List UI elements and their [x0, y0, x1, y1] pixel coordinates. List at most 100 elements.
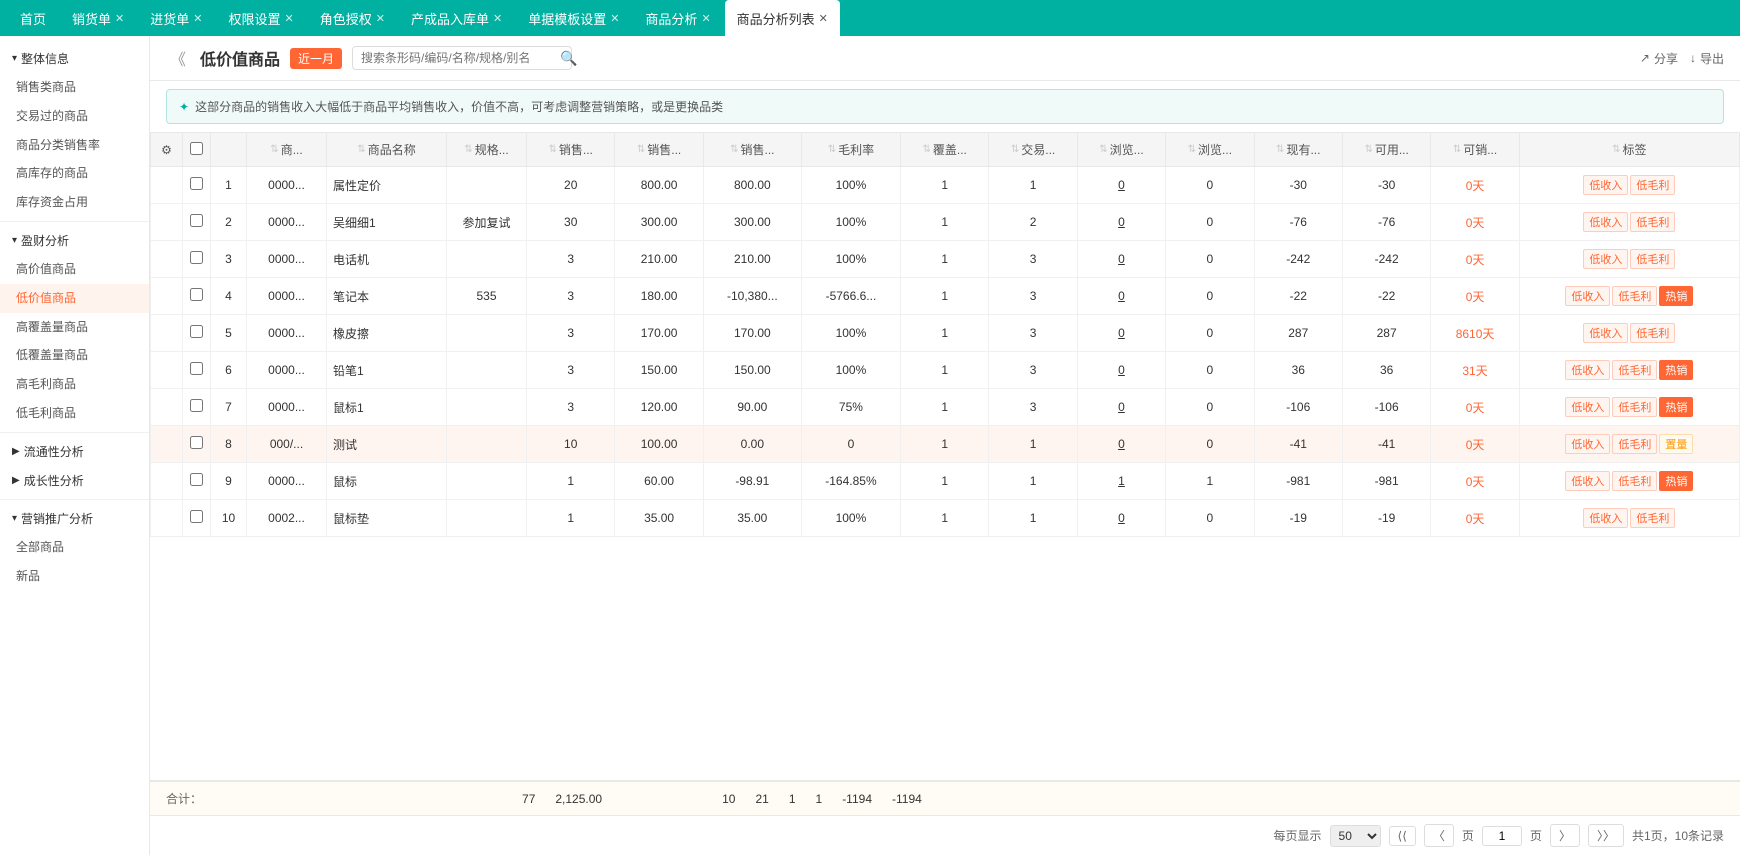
row-checkbox[interactable] — [190, 177, 203, 190]
nav-products[interactable]: 产成品入库单 ✕ — [399, 0, 514, 36]
sidebar-item-high-stock[interactable]: 高库存的商品 — [0, 159, 149, 188]
nav-sales[interactable]: 销货单 ✕ — [60, 0, 136, 36]
prev-page-btn[interactable]: 〈 — [1424, 824, 1454, 847]
checkbox-cell[interactable] — [183, 278, 211, 315]
browse1-link[interactable]: 0 — [1118, 326, 1125, 340]
sidebar-item-high-coverage[interactable]: 高覆盖量商品 — [0, 313, 149, 342]
date-filter-btn[interactable]: 近一月 — [290, 48, 342, 69]
select-all-checkbox[interactable] — [190, 142, 203, 155]
sidebar-item-stock-funds[interactable]: 库存资金占用 — [0, 188, 149, 217]
sort-saleamt-icon[interactable]: ⇅ — [730, 144, 738, 155]
table-container[interactable]: ⚙ ⇅商... ⇅商品名称 ⇅规格... ⇅销售... ⇅销售... ⇅销售..… — [150, 132, 1740, 780]
sort-tag-icon[interactable]: ⇅ — [1612, 144, 1620, 155]
sort-saleqty-icon[interactable]: ⇅ — [548, 144, 556, 155]
browse1-link[interactable]: 0 — [1118, 178, 1125, 192]
nav-anl-list-close[interactable]: ✕ — [819, 12, 828, 25]
browse1-link[interactable]: 1 — [1118, 474, 1125, 488]
sidebar-section-growth[interactable]: ▶成长性分析 — [0, 466, 149, 495]
checkbox-cell[interactable] — [183, 463, 211, 500]
browse1-cell[interactable]: 0 — [1077, 167, 1165, 204]
sidebar-section-overall[interactable]: ▾整体信息 — [0, 44, 149, 73]
browse1-link[interactable]: 0 — [1118, 511, 1125, 525]
nav-role-close[interactable]: ✕ — [376, 12, 385, 25]
nav-tpl-close[interactable]: ✕ — [610, 12, 619, 25]
row-checkbox[interactable] — [190, 436, 203, 449]
page-size-select[interactable]: 50 20 100 — [1330, 825, 1381, 847]
sidebar-item-new[interactable]: 新品 — [0, 562, 149, 591]
sort-gross-icon[interactable]: ⇅ — [828, 144, 836, 155]
sort-trade-icon[interactable]: ⇅ — [1011, 144, 1019, 155]
sidebar-section-finance[interactable]: ▾盈财分析 — [0, 226, 149, 255]
th-settings[interactable]: ⚙ — [151, 133, 183, 167]
page-input[interactable] — [1482, 826, 1522, 846]
row-checkbox[interactable] — [190, 251, 203, 264]
nav-anl-close[interactable]: ✕ — [701, 12, 710, 25]
sidebar-item-high-value[interactable]: 高价值商品 — [0, 255, 149, 284]
sort-code-icon[interactable]: ⇅ — [270, 144, 278, 155]
row-checkbox[interactable] — [190, 399, 203, 412]
checkbox-cell[interactable] — [183, 241, 211, 278]
sidebar-section-marketing[interactable]: ▾营销推广分析 — [0, 504, 149, 533]
checkbox-cell[interactable] — [183, 167, 211, 204]
browse1-link[interactable]: 0 — [1118, 437, 1125, 451]
browse1-link[interactable]: 0 — [1118, 215, 1125, 229]
sort-saleprice-icon[interactable]: ⇅ — [637, 144, 645, 155]
nav-sales-close[interactable]: ✕ — [115, 12, 124, 25]
row-checkbox[interactable] — [190, 473, 203, 486]
share-btn[interactable]: ↗ 分享 — [1640, 50, 1678, 67]
nav-purchase[interactable]: 进货单 ✕ — [138, 0, 214, 36]
sort-stock-icon[interactable]: ⇅ — [1276, 144, 1284, 155]
sort-saleable-icon[interactable]: ⇅ — [1453, 144, 1461, 155]
nav-template[interactable]: 单据模板设置 ✕ — [516, 0, 631, 36]
checkbox-cell[interactable] — [183, 500, 211, 537]
browse1-cell[interactable]: 1 — [1077, 463, 1165, 500]
export-btn[interactable]: ↓ 导出 — [1690, 50, 1724, 67]
row-checkbox[interactable] — [190, 362, 203, 375]
search-input[interactable] — [352, 46, 572, 70]
th-checkbox[interactable] — [183, 133, 211, 167]
sidebar-item-traded[interactable]: 交易过的商品 — [0, 102, 149, 131]
name-cell[interactable]: 测试 — [327, 426, 447, 463]
sort-spec-icon[interactable]: ⇅ — [464, 144, 472, 155]
name-cell[interactable]: 吴细细1 — [327, 204, 447, 241]
sidebar-item-all[interactable]: 全部商品 — [0, 533, 149, 562]
nav-purchase-close[interactable]: ✕ — [193, 12, 202, 25]
sort-browse1-icon[interactable]: ⇅ — [1099, 144, 1107, 155]
browse1-cell[interactable]: 0 — [1077, 426, 1165, 463]
nav-perm-close[interactable]: ✕ — [285, 12, 294, 25]
sort-cover-icon[interactable]: ⇅ — [922, 144, 930, 155]
browse1-cell[interactable]: 0 — [1077, 315, 1165, 352]
nav-prod-close[interactable]: ✕ — [493, 12, 502, 25]
browse1-link[interactable]: 0 — [1118, 289, 1125, 303]
name-cell[interactable]: 橡皮擦 — [327, 315, 447, 352]
name-cell[interactable]: 鼠标垫 — [327, 500, 447, 537]
checkbox-cell[interactable] — [183, 204, 211, 241]
browse1-link[interactable]: 0 — [1118, 400, 1125, 414]
row-checkbox[interactable] — [190, 214, 203, 227]
name-cell[interactable]: 鼠标 — [327, 463, 447, 500]
browse1-cell[interactable]: 0 — [1077, 500, 1165, 537]
nav-home[interactable]: 首页 — [8, 0, 58, 36]
checkbox-cell[interactable] — [183, 426, 211, 463]
sort-name-icon[interactable]: ⇅ — [357, 144, 365, 155]
nav-permissions[interactable]: 权限设置 ✕ — [216, 0, 305, 36]
next-page-btn[interactable]: 〉 — [1550, 824, 1580, 847]
nav-analysis[interactable]: 商品分析 ✕ — [633, 0, 722, 36]
name-cell[interactable]: 属性定价 — [327, 167, 447, 204]
browse1-cell[interactable]: 0 — [1077, 278, 1165, 315]
browse1-cell[interactable]: 0 — [1077, 352, 1165, 389]
sort-browse2-icon[interactable]: ⇅ — [1188, 144, 1196, 155]
name-cell[interactable]: 鼠标1 — [327, 389, 447, 426]
search-icon[interactable]: 🔍 — [560, 50, 577, 67]
browse1-link[interactable]: 0 — [1118, 252, 1125, 266]
sidebar-item-low-coverage[interactable]: 低覆盖量商品 — [0, 341, 149, 370]
browse1-cell[interactable]: 0 — [1077, 204, 1165, 241]
name-cell[interactable]: 笔记本 — [327, 278, 447, 315]
browse1-cell[interactable]: 0 — [1077, 389, 1165, 426]
row-checkbox[interactable] — [190, 510, 203, 523]
row-checkbox[interactable] — [190, 288, 203, 301]
nav-roles[interactable]: 角色授权 ✕ — [308, 0, 397, 36]
sidebar-item-low-margin[interactable]: 低毛利商品 — [0, 399, 149, 428]
name-cell[interactable]: 铅笔1 — [327, 352, 447, 389]
browse1-link[interactable]: 0 — [1118, 363, 1125, 377]
